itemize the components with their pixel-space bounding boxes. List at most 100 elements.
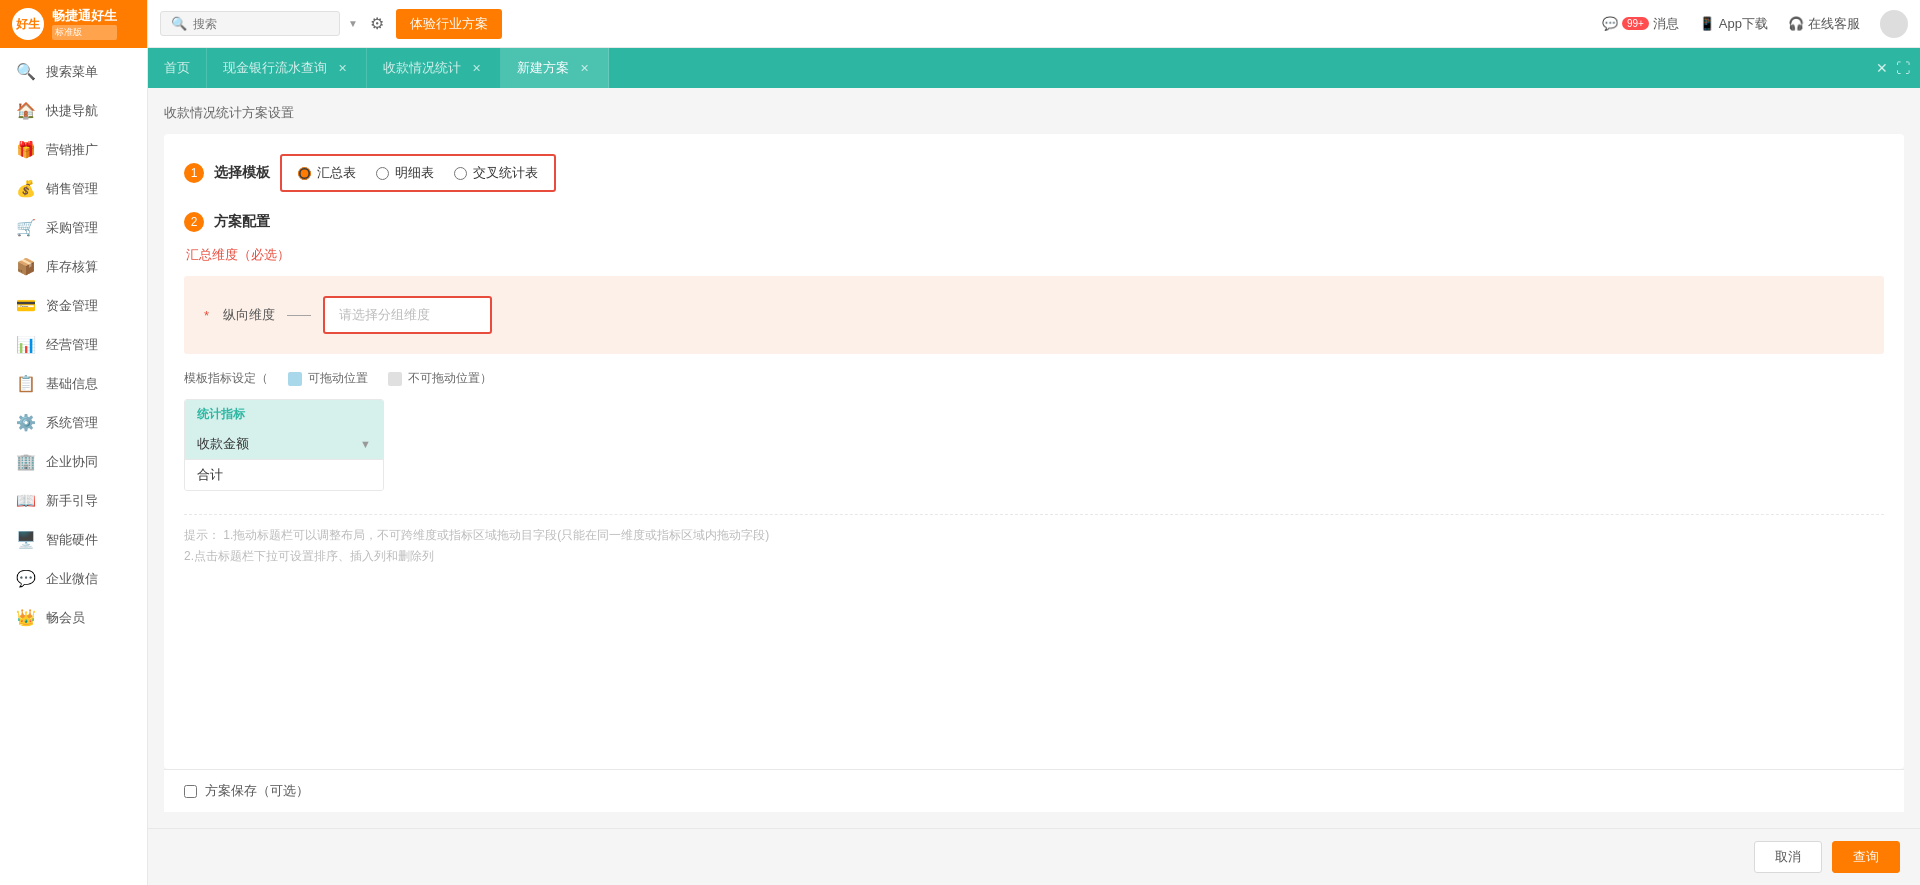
guide-icon: 📖: [16, 491, 36, 510]
sidebar-item-search-menu[interactable]: 🔍 搜索菜单: [0, 52, 147, 91]
sidebar-item-marketing[interactable]: 🎁 营销推广: [0, 130, 147, 169]
tips-area: 提示： 1.拖动标题栏可以调整布局，不可跨维度或指标区域拖动目字段(只能在同一维…: [184, 514, 1884, 565]
step1-badge: 1: [184, 163, 204, 183]
main-area: 🔍 ▼ ⚙ 体验行业方案 💬 99+ 消息 📱 App下载 🎧 在线客服: [148, 0, 1920, 885]
dim-select[interactable]: 请选择分组维度: [323, 296, 492, 334]
marketing-icon: 🎁: [16, 140, 36, 159]
app-download-icon: 📱: [1699, 16, 1715, 31]
search-input[interactable]: [193, 17, 323, 31]
sidebar-item-enterprise[interactable]: 🏢 企业协同: [0, 442, 147, 481]
indicator-settings: 模板指标设定（ 可拖动位置 不可拖动位置） 统计指标 收: [184, 370, 1884, 494]
trial-button[interactable]: 体验行业方案: [396, 9, 502, 39]
tab-close-all-icon[interactable]: ✕: [1876, 60, 1888, 76]
wechat-icon: 💬: [16, 569, 36, 588]
tab-new-plan-close-icon[interactable]: ✕: [577, 61, 592, 76]
inventory-icon: 📦: [16, 257, 36, 276]
radio-summary[interactable]: 汇总表: [298, 164, 356, 182]
dim-label: 纵向维度: [223, 306, 275, 324]
messages-badge: 99+: [1622, 17, 1649, 30]
gear-icon[interactable]: ⚙: [370, 14, 384, 33]
finance-icon: 💳: [16, 296, 36, 315]
radio-summary-input[interactable]: [298, 167, 311, 180]
sidebar-item-label-finance: 资金管理: [46, 297, 98, 315]
user-avatar[interactable]: [1880, 10, 1908, 38]
sidebar-item-purchase[interactable]: 🛒 采购管理: [0, 208, 147, 247]
cancel-button[interactable]: 取消: [1754, 841, 1822, 873]
tab-actions: ✕ ⛶: [1866, 48, 1920, 88]
sidebar-nav: 🔍 搜索菜单 🏠 快捷导航 🎁 营销推广 💰 销售管理 🛒 采购管理 📦 库存核…: [0, 48, 147, 885]
system-icon: ⚙️: [16, 413, 36, 432]
dim-arrow: ——: [287, 308, 311, 322]
content-area: 收款情况统计方案设置 1 选择模板 汇总表 明细表: [148, 88, 1920, 828]
movable-dot: [288, 372, 302, 386]
sidebar-item-label-operation: 经营管理: [46, 336, 98, 354]
sidebar-item-label-member: 畅会员: [46, 609, 85, 627]
indicator-legend: 模板指标设定（ 可拖动位置 不可拖动位置）: [184, 370, 1884, 387]
tab-bank-flow[interactable]: 现金银行流水查询 ✕: [207, 48, 367, 88]
page-title: 收款情况统计方案设置: [164, 104, 1904, 122]
sidebar-item-base-info[interactable]: 📋 基础信息: [0, 364, 147, 403]
tab-new-plan[interactable]: 新建方案 ✕: [501, 48, 609, 88]
tab-new-plan-label: 新建方案: [517, 59, 569, 77]
indicator-total: 合计: [185, 459, 383, 490]
app-download-label: App下载: [1719, 15, 1768, 33]
sidebar-item-wechat[interactable]: 💬 企业微信: [0, 559, 147, 598]
sidebar: 好生 畅捷通好生 标准版 🔍 搜索菜单 🏠 快捷导航 🎁 营销推广 💰 销售管理…: [0, 0, 148, 885]
sidebar-item-label-system: 系统管理: [46, 414, 98, 432]
radio-detail-input[interactable]: [376, 167, 389, 180]
indicator-dropdown-icon[interactable]: ▼: [360, 438, 371, 450]
indicator-cell-amount[interactable]: 收款金额 ▼: [185, 429, 383, 459]
sales-icon: 💰: [16, 179, 36, 198]
tab-bank-flow-label: 现金银行流水查询: [223, 59, 327, 77]
step2-section: 2 方案配置 汇总维度（必选） * 纵向维度 —— 请选择分组维度: [184, 212, 1884, 565]
messages-item[interactable]: 💬 99+ 消息: [1602, 15, 1679, 33]
sidebar-item-inventory[interactable]: 📦 库存核算: [0, 247, 147, 286]
online-service-label: 在线客服: [1808, 15, 1860, 33]
save-section: 方案保存（可选）: [164, 769, 1904, 812]
sidebar-item-label-base-info: 基础信息: [46, 375, 98, 393]
indicator-table: 统计指标 收款金额 ▼ 合计: [184, 399, 384, 491]
sidebar-item-quick-nav[interactable]: 🏠 快捷导航: [0, 91, 147, 130]
template-options: 汇总表 明细表 交叉统计表: [280, 154, 556, 192]
sidebar-item-label-hardware: 智能硬件: [46, 531, 98, 549]
dropdown-arrow-icon[interactable]: ▼: [348, 18, 358, 29]
enterprise-icon: 🏢: [16, 452, 36, 471]
step1-header: 1 选择模板 汇总表 明细表 交叉统计表: [184, 154, 1884, 192]
movable-legend-item: 可拖动位置: [288, 370, 368, 387]
fixed-dot: [388, 372, 402, 386]
sidebar-item-hardware[interactable]: 🖥️ 智能硬件: [0, 520, 147, 559]
step1-section: 1 选择模板 汇总表 明细表 交叉统计表: [184, 154, 1884, 192]
footer-bar: 取消 查询: [148, 828, 1920, 885]
online-service-item[interactable]: 🎧 在线客服: [1788, 15, 1860, 33]
summary-dim-label: 汇总维度（必选）: [184, 246, 1884, 264]
sidebar-item-label-search-menu: 搜索菜单: [46, 63, 98, 81]
sidebar-item-label-guide: 新手引导: [46, 492, 98, 510]
query-button[interactable]: 查询: [1832, 841, 1900, 873]
radio-cross[interactable]: 交叉统计表: [454, 164, 538, 182]
tab-home[interactable]: 首页: [148, 48, 207, 88]
sidebar-item-operation[interactable]: 📊 经营管理: [0, 325, 147, 364]
tab-expand-icon[interactable]: ⛶: [1896, 60, 1910, 76]
sidebar-item-label-wechat: 企业微信: [46, 570, 98, 588]
save-checkbox[interactable]: [184, 785, 197, 798]
tab-bank-flow-close-icon[interactable]: ✕: [335, 61, 350, 76]
sidebar-item-system[interactable]: ⚙️ 系统管理: [0, 403, 147, 442]
sidebar-item-member[interactable]: 👑 畅会员: [0, 598, 147, 637]
tab-collection-stats-close-icon[interactable]: ✕: [469, 61, 484, 76]
purchase-icon: 🛒: [16, 218, 36, 237]
tab-collection-stats[interactable]: 收款情况统计 ✕: [367, 48, 501, 88]
messages-label: 消息: [1653, 15, 1679, 33]
app-download-item[interactable]: 📱 App下载: [1699, 15, 1768, 33]
sidebar-item-guide[interactable]: 📖 新手引导: [0, 481, 147, 520]
sidebar-item-label-sales: 销售管理: [46, 180, 98, 198]
sidebar-item-sales[interactable]: 💰 销售管理: [0, 169, 147, 208]
radio-detail[interactable]: 明细表: [376, 164, 434, 182]
step1-title: 选择模板: [214, 164, 270, 182]
fixed-legend-item: 不可拖动位置）: [388, 370, 492, 387]
tab-collection-stats-label: 收款情况统计: [383, 59, 461, 77]
home-icon: 🏠: [16, 101, 36, 120]
search-box[interactable]: 🔍: [160, 11, 340, 36]
top-header: 🔍 ▼ ⚙ 体验行业方案 💬 99+ 消息 📱 App下载 🎧 在线客服: [148, 0, 1920, 48]
radio-cross-input[interactable]: [454, 167, 467, 180]
sidebar-item-finance[interactable]: 💳 资金管理: [0, 286, 147, 325]
